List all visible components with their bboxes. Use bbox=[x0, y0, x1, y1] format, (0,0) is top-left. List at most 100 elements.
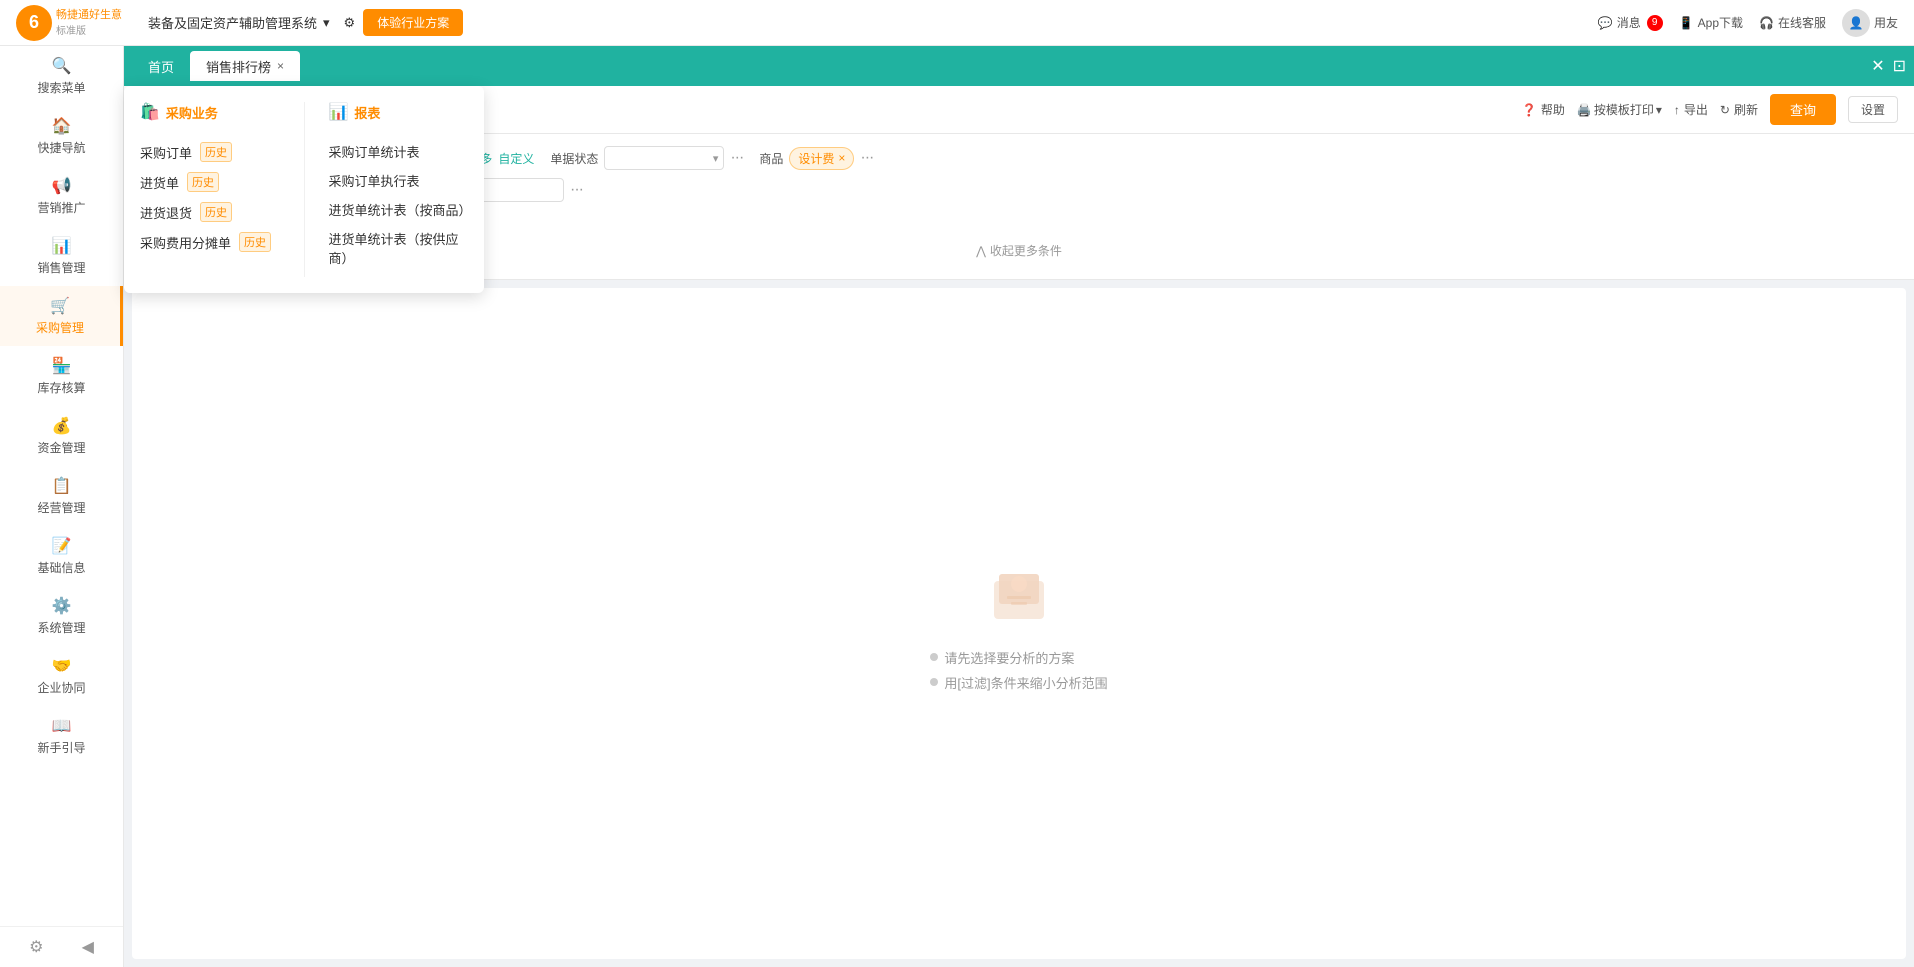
notification-btn[interactable]: 💬 消息 9 bbox=[1598, 14, 1663, 31]
sidebar-item-label: 快捷导航 bbox=[37, 139, 85, 156]
tab-expand-area: ✕ ⊡ bbox=[1871, 56, 1906, 76]
voucher-status-select[interactable] bbox=[604, 146, 724, 170]
inventory-icon: 🏪 bbox=[52, 356, 72, 376]
guide-icon: 📖 bbox=[52, 716, 72, 736]
logo-area: 6 畅捷通好生意 标准版 bbox=[16, 5, 140, 41]
avatar: 👤 bbox=[1842, 9, 1870, 37]
tab-home-label: 首页 bbox=[148, 57, 174, 76]
sidebar-item-inventory[interactable]: 🏪 库存核算 bbox=[0, 346, 123, 406]
tab-maximize-icon[interactable]: ⊡ bbox=[1893, 56, 1906, 76]
app-download-btn[interactable]: 📱 App下载 bbox=[1679, 14, 1743, 31]
sidebar-item-operation[interactable]: 📋 经营管理 bbox=[0, 466, 123, 526]
sidebar-item-nav[interactable]: 🏠 快捷导航 bbox=[0, 106, 123, 166]
industry-btn[interactable]: 体验行业方案 bbox=[363, 9, 463, 36]
empty-hint-2: 用[过滤]条件来缩小分析范围 bbox=[930, 673, 1107, 692]
help-btn[interactable]: ❓ 帮助 bbox=[1522, 101, 1565, 118]
voucher-status-select-wrap bbox=[604, 146, 724, 170]
sidebar-bottom: ⚙ ◀ bbox=[0, 926, 123, 967]
goods-dots[interactable]: ··· bbox=[860, 149, 873, 167]
sidebar-item-basic[interactable]: 📝 基础信息 bbox=[0, 526, 123, 586]
print-btn[interactable]: 🖨️ 按模板打印 ▾ bbox=[1577, 101, 1662, 118]
sidebar-item-cooperation[interactable]: 🤝 企业协同 bbox=[0, 646, 123, 706]
purchase-dropdown-menu: 🛍️ 采购业务 采购订单 历史 进货单 历史 进货退货 历史 采购费用分摊单 历… bbox=[124, 86, 484, 293]
system-title-area: 装备及固定资产辅助管理系统 ▾ ⚙ bbox=[148, 13, 363, 32]
export-btn[interactable]: ↑ 导出 bbox=[1674, 101, 1708, 118]
tab-close-window-icon[interactable]: ✕ bbox=[1871, 56, 1884, 76]
search-icon: 🔍 bbox=[52, 56, 72, 76]
user-area[interactable]: 👤 用友 bbox=[1842, 9, 1898, 37]
menu-item-purchase-order[interactable]: 采购订单 历史 bbox=[140, 142, 280, 162]
query-btn[interactable]: 查询 bbox=[1770, 94, 1836, 125]
report-section-title: 📊 报表 bbox=[329, 102, 469, 130]
sidebar-item-finance[interactable]: 💰 资金管理 bbox=[0, 406, 123, 466]
incoming-history-badge: 历史 bbox=[187, 172, 219, 192]
order-stats-text: 采购订单统计表 bbox=[329, 142, 420, 161]
menu-item-incoming-stats-goods[interactable]: 进货单统计表（按商品） bbox=[329, 200, 469, 219]
goods-filter: 商品 设计费 × ··· bbox=[759, 147, 873, 170]
operation-icon: 📋 bbox=[52, 476, 72, 496]
menu-item-return[interactable]: 进货退货 历史 bbox=[140, 202, 280, 222]
finance-icon: 💰 bbox=[52, 416, 72, 436]
tab-bar: 首页 销售排行榜 × ✕ ⊡ bbox=[124, 46, 1914, 86]
shortcut-custom[interactable]: 自定义 bbox=[498, 150, 534, 167]
refresh-icon: ↻ bbox=[1720, 103, 1730, 117]
app-download-label: App下载 bbox=[1698, 14, 1743, 31]
sidebar-item-purchase[interactable]: 🛒 采购管理 bbox=[0, 286, 123, 346]
order-exec-text: 采购订单执行表 bbox=[329, 171, 420, 190]
sidebar-item-guide[interactable]: 📖 新手引导 bbox=[0, 706, 123, 766]
salesman-dots[interactable]: ··· bbox=[570, 181, 583, 199]
help-label: 帮助 bbox=[1541, 101, 1565, 118]
sidebar-item-label: 企业协同 bbox=[37, 679, 85, 696]
goods-tag-close[interactable]: × bbox=[838, 151, 845, 165]
export-label: 导出 bbox=[1684, 101, 1708, 118]
empty-hint-2-text: 用[过滤]条件来缩小分析范围 bbox=[944, 673, 1107, 692]
menu-item-incoming[interactable]: 进货单 历史 bbox=[140, 172, 280, 192]
logo-line2: 标准版 bbox=[56, 22, 122, 37]
menu-item-expense[interactable]: 采购费用分摊单 历史 bbox=[140, 232, 280, 252]
sales-icon: 📊 bbox=[52, 236, 72, 256]
online-service-btn[interactable]: 🎧 在线客服 bbox=[1759, 14, 1826, 31]
settings-gear-icon[interactable]: ⚙ bbox=[344, 15, 356, 31]
voucher-status-label: 单据状态 bbox=[550, 150, 598, 167]
empty-state: 请先选择要分析的方案 用[过滤]条件来缩小分析范围 bbox=[132, 288, 1906, 959]
settings-action-btn[interactable]: 设置 bbox=[1848, 96, 1898, 123]
user-name: 用友 bbox=[1874, 14, 1898, 31]
goods-tag: 设计费 × bbox=[789, 147, 854, 170]
tab-home[interactable]: 首页 bbox=[132, 51, 190, 81]
sidebar-item-search[interactable]: 🔍 搜索菜单 bbox=[0, 46, 123, 106]
expense-text: 采购费用分摊单 bbox=[140, 233, 231, 252]
logo-line1: 畅捷通好生意 bbox=[56, 8, 122, 22]
sidebar-item-label: 资金管理 bbox=[37, 439, 85, 456]
menu-item-order-stats[interactable]: 采购订单统计表 bbox=[329, 142, 469, 161]
bottom-collapse-icon[interactable]: ◀ bbox=[82, 937, 94, 957]
sidebar-item-label: 库存核算 bbox=[37, 379, 85, 396]
system-title-text: 装备及固定资产辅助管理系统 bbox=[148, 13, 317, 32]
tab-close-icon[interactable]: × bbox=[277, 59, 284, 73]
empty-dot-1 bbox=[930, 653, 938, 661]
sidebar-item-sales[interactable]: 📊 销售管理 bbox=[0, 226, 123, 286]
empty-hint-1-text: 请先选择要分析的方案 bbox=[944, 648, 1074, 667]
sidebar-item-system[interactable]: ⚙️ 系统管理 bbox=[0, 586, 123, 646]
purchase-order-text: 采购订单 bbox=[140, 143, 192, 162]
print-dropdown-icon[interactable]: ▾ bbox=[1656, 103, 1662, 117]
title-dropdown-icon[interactable]: ▾ bbox=[323, 15, 330, 31]
empty-hint-1: 请先选择要分析的方案 bbox=[930, 648, 1074, 667]
incoming-text: 进货单 bbox=[140, 173, 179, 192]
menu-item-order-exec[interactable]: 采购订单执行表 bbox=[329, 171, 469, 190]
goods-label: 商品 bbox=[759, 150, 783, 167]
purchase-icon: 🛒 bbox=[50, 296, 70, 316]
bottom-settings-icon[interactable]: ⚙ bbox=[29, 937, 43, 957]
top-bar-right: 💬 消息 9 📱 App下载 🎧 在线客服 👤 用友 bbox=[1598, 9, 1898, 37]
collapse-btn[interactable]: ⋀ 收起更多条件 bbox=[976, 242, 1062, 259]
sidebar: 🔍 搜索菜单 🏠 快捷导航 📢 营销推广 📊 销售管理 🛒 采购管理 🏪 bbox=[0, 46, 124, 967]
notification-icon: 💬 bbox=[1598, 16, 1613, 30]
refresh-btn[interactable]: ↻ 刷新 bbox=[1720, 101, 1758, 118]
sidebar-item-label: 采购管理 bbox=[36, 319, 84, 336]
tab-sales-ranking[interactable]: 销售排行榜 × bbox=[190, 51, 300, 81]
empty-text-area: 请先选择要分析的方案 用[过滤]条件来缩小分析范围 bbox=[930, 648, 1107, 692]
sidebar-item-marketing[interactable]: 📢 营销推广 bbox=[0, 166, 123, 226]
menu-item-incoming-stats-supplier[interactable]: 进货单统计表（按供应商） bbox=[329, 229, 469, 267]
report-section: 📊 报表 采购订单统计表 采购订单执行表 进货单统计表（按商品） 进货单统计表（… bbox=[329, 102, 469, 277]
voucher-status-dots[interactable]: ··· bbox=[730, 149, 743, 167]
headset-icon: 🎧 bbox=[1759, 16, 1774, 30]
